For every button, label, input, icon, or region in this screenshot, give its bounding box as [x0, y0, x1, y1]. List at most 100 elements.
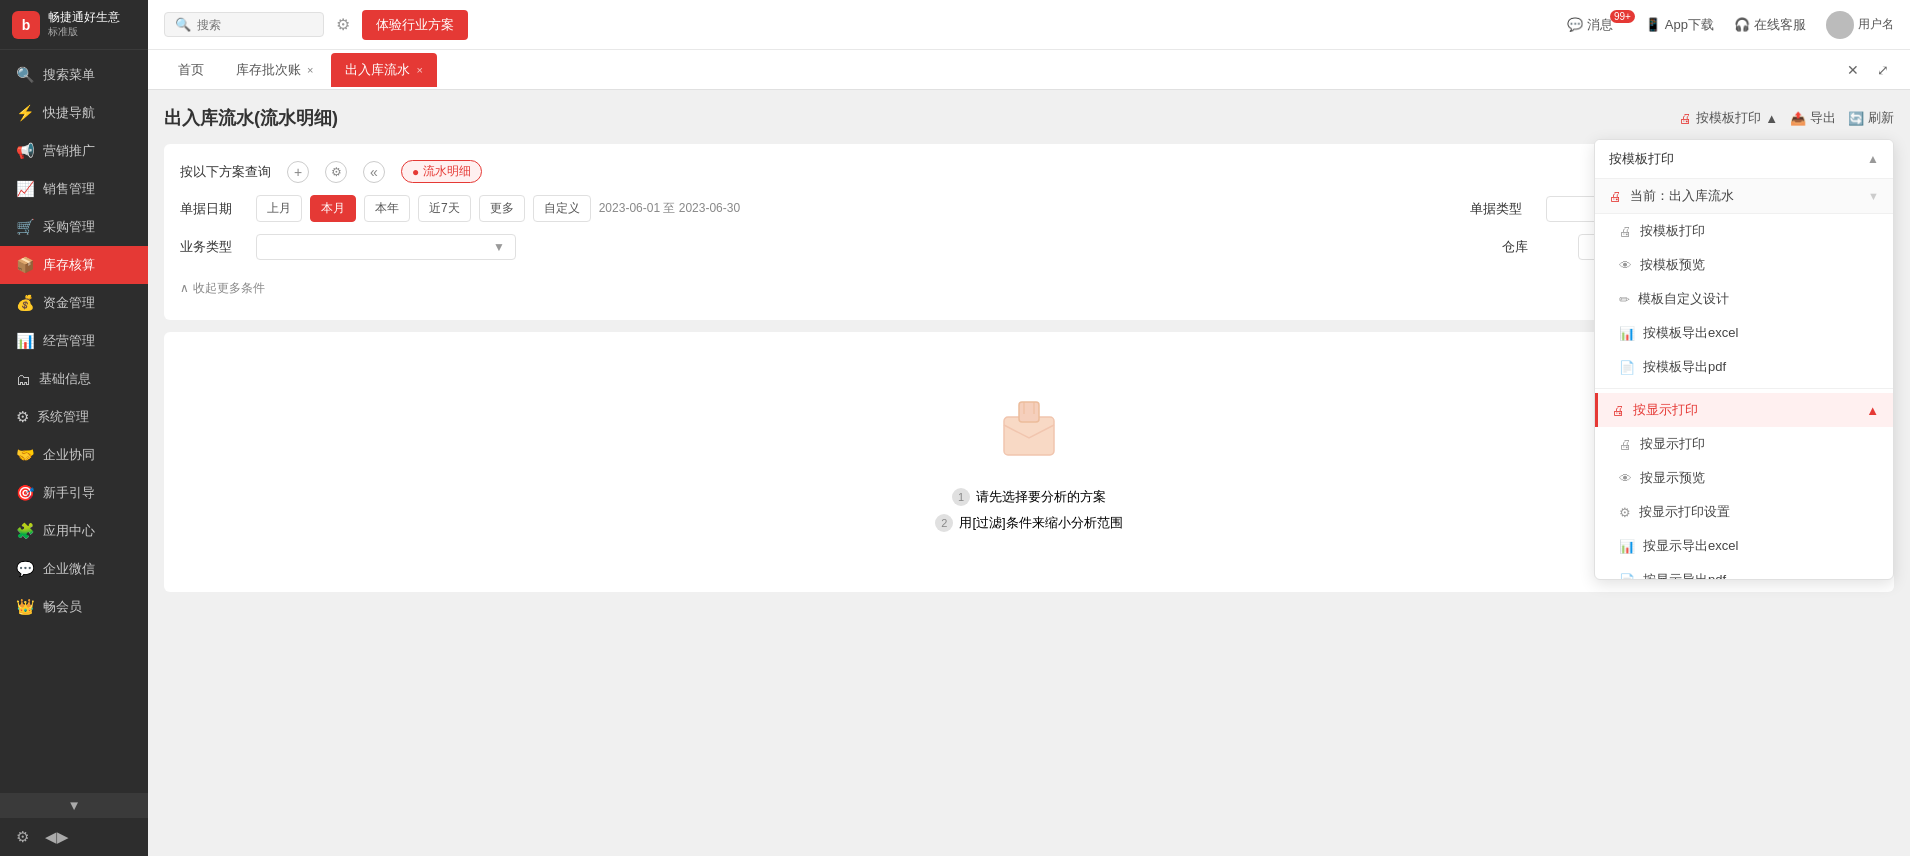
- empty-state-icon: [989, 392, 1069, 472]
- refresh-icon: 🔄: [1848, 111, 1864, 126]
- current-chevron[interactable]: ▼: [1868, 190, 1879, 202]
- sidebar-item-purchase[interactable]: 🛒 采购管理: [0, 208, 148, 246]
- sidebar-item-operations[interactable]: 📊 经营管理: [0, 322, 148, 360]
- dropdown-template-print[interactable]: 🖨 按模板打印: [1595, 214, 1893, 248]
- gear-icon[interactable]: ⚙: [336, 15, 350, 34]
- date-filter-label: 单据日期: [180, 200, 240, 218]
- search-input[interactable]: [197, 18, 297, 32]
- app-download-item[interactable]: 📱 App下载: [1645, 16, 1714, 34]
- dropdown-display-settings[interactable]: ⚙ 按显示打印设置: [1595, 495, 1893, 529]
- tab-inout-flow[interactable]: 出入库流水 ×: [331, 53, 436, 87]
- chevron-up-icon: ∧: [180, 281, 189, 295]
- tab-close-inventory-batch[interactable]: ×: [307, 64, 313, 76]
- filter-by-label: 按以下方案查询: [180, 163, 271, 181]
- sidebar-item-basic[interactable]: 🗂 基础信息: [0, 360, 148, 398]
- print-template-dropdown: 按模板打印 ▲ 🖨 当前：出入库流水 ▼ 🖨 按模板打印: [1594, 139, 1894, 580]
- sidebar-item-apps[interactable]: 🧩 应用中心: [0, 512, 148, 550]
- display-excel-icon: 📊: [1619, 539, 1635, 554]
- tab-home[interactable]: 首页: [164, 53, 218, 87]
- dropdown-template-preview[interactable]: 👁 按模板预览: [1595, 248, 1893, 282]
- dropdown-template-pdf[interactable]: 📄 按模板导出pdf: [1595, 350, 1893, 384]
- svg-rect-1: [1019, 402, 1039, 422]
- sidebar-item-sales[interactable]: 📈 销售管理: [0, 170, 148, 208]
- page-title: 出入库流水(流水明细): [164, 106, 338, 130]
- tab-close-window-icon[interactable]: ✕: [1842, 59, 1864, 81]
- filter-add-button[interactable]: +: [287, 161, 309, 183]
- industry-solution-button[interactable]: 体验行业方案: [362, 10, 468, 40]
- dropdown-divider: [1595, 388, 1893, 389]
- empty-hint2: 2 用[过滤]条件来缩小分析范围: [935, 514, 1122, 532]
- dropdown-display-pdf[interactable]: 📄 按显示导出pdf: [1595, 563, 1893, 579]
- tab-close-inout-flow[interactable]: ×: [416, 64, 422, 76]
- tab-inventory-batch[interactable]: 库存批次账 ×: [222, 53, 327, 87]
- template-preview-icon: 👁: [1619, 258, 1632, 273]
- online-service-item[interactable]: 🎧 在线客服: [1734, 16, 1806, 34]
- display-section-icon: 🖨: [1612, 403, 1625, 418]
- search-icon: 🔍: [175, 17, 191, 32]
- apps-icon: 🧩: [16, 522, 35, 540]
- date-custom-btn[interactable]: 自定义: [533, 195, 591, 222]
- date-this-year-btn[interactable]: 本年: [364, 195, 410, 222]
- dropdown-items: 🖨 当前：出入库流水 ▼ 🖨 按模板打印 👁 按模板预览: [1595, 179, 1893, 579]
- system-icon: ⚙: [16, 408, 29, 426]
- app-subtitle: 标准版: [48, 25, 120, 39]
- empty-hint1: 1 请先选择要分析的方案: [952, 488, 1106, 506]
- date-7days-btn[interactable]: 近7天: [418, 195, 471, 222]
- sidebar-item-vip[interactable]: 👑 畅会员: [0, 588, 148, 626]
- guide-icon: 🎯: [16, 484, 35, 502]
- message-item[interactable]: 💬 消息 99+: [1567, 16, 1625, 34]
- refresh-button[interactable]: 🔄 刷新: [1848, 109, 1894, 127]
- footer-toggle-icon[interactable]: ◀▶: [45, 828, 69, 846]
- basic-icon: 🗂: [16, 371, 31, 388]
- sidebar-footer: ⚙ ◀▶: [0, 817, 148, 856]
- dropdown-current-item[interactable]: 🖨 当前：出入库流水 ▼: [1595, 179, 1893, 214]
- dropdown-template-excel[interactable]: 📊 按模板导出excel: [1595, 316, 1893, 350]
- business-type-select[interactable]: ▼: [256, 234, 516, 260]
- display-section-chevron[interactable]: ▲: [1866, 403, 1879, 418]
- date-last-month-btn[interactable]: 上月: [256, 195, 302, 222]
- username: 用户名: [1858, 16, 1894, 33]
- chevron-up-icon: ▲: [1765, 111, 1778, 126]
- dropdown-display-print[interactable]: 🖨 按显示打印: [1595, 427, 1893, 461]
- dropdown-display-preview[interactable]: 👁 按显示预览: [1595, 461, 1893, 495]
- sidebar-item-system[interactable]: ⚙ 系统管理: [0, 398, 148, 436]
- tab-expand-icon[interactable]: ⤢: [1872, 59, 1894, 81]
- sidebar-item-marketing[interactable]: 📢 营销推广: [0, 132, 148, 170]
- cooperation-icon: 🤝: [16, 446, 35, 464]
- dropdown-display-section: 🖨 按显示打印 ▲: [1595, 393, 1893, 427]
- sidebar-nav: 🔍 搜索菜单 ⚡ 快捷导航 📢 营销推广 📈 销售管理 🛒 采购管理 📦 库存核…: [0, 50, 148, 793]
- sidebar-scroll-down[interactable]: ▼: [0, 793, 148, 817]
- tabs-right-controls: ✕ ⤢: [1842, 59, 1894, 81]
- filter-collapse-left[interactable]: «: [363, 161, 385, 183]
- sidebar-item-cooperation[interactable]: 🤝 企业协同: [0, 436, 148, 474]
- page-content: 出入库流水(流水明细) 🖨 按模板打印 ▲ 📤 导出 🔄 刷新: [148, 90, 1910, 856]
- sidebar-item-search[interactable]: 🔍 搜索菜单: [0, 56, 148, 94]
- inventory-icon: 📦: [16, 256, 35, 274]
- headset-icon: 🎧: [1734, 17, 1750, 32]
- message-badge: 99+: [1610, 10, 1635, 23]
- search-box[interactable]: 🔍: [164, 12, 324, 37]
- collapse-button[interactable]: ∧ 收起更多条件: [180, 272, 265, 304]
- sidebar-item-wechat[interactable]: 💬 企业微信: [0, 550, 148, 588]
- message-icon: 💬: [1567, 17, 1583, 32]
- operations-icon: 📊: [16, 332, 35, 350]
- date-this-month-btn[interactable]: 本月: [310, 195, 356, 222]
- sidebar: b 畅捷通好生意 标准版 🔍 搜索菜单 ⚡ 快捷导航 📢 营销推广 📈 销售管理…: [0, 0, 148, 856]
- dropdown-chevron-up[interactable]: ▲: [1867, 152, 1879, 166]
- dropdown-template-custom[interactable]: ✏ 模板自定义设计: [1595, 282, 1893, 316]
- print-template-button[interactable]: 🖨 按模板打印 ▲: [1679, 109, 1778, 127]
- sidebar-item-quick-nav[interactable]: ⚡ 快捷导航: [0, 94, 148, 132]
- sidebar-item-inventory[interactable]: 📦 库存核算: [0, 246, 148, 284]
- template-custom-icon: ✏: [1619, 292, 1630, 307]
- export-button[interactable]: 📤 导出: [1790, 109, 1836, 127]
- sidebar-item-finance[interactable]: 💰 资金管理: [0, 284, 148, 322]
- sidebar-item-guide[interactable]: 🎯 新手引导: [0, 474, 148, 512]
- warehouse-label: 仓库: [1502, 238, 1562, 256]
- date-more-btn[interactable]: 更多: [479, 195, 525, 222]
- template-excel-icon: 📊: [1619, 326, 1635, 341]
- filter-settings-button[interactable]: ⚙: [325, 161, 347, 183]
- dropdown-display-excel[interactable]: 📊 按显示导出excel: [1595, 529, 1893, 563]
- footer-settings-icon[interactable]: ⚙: [16, 828, 29, 846]
- user-avatar-item[interactable]: 用户名: [1826, 11, 1894, 39]
- quick-nav-icon: ⚡: [16, 104, 35, 122]
